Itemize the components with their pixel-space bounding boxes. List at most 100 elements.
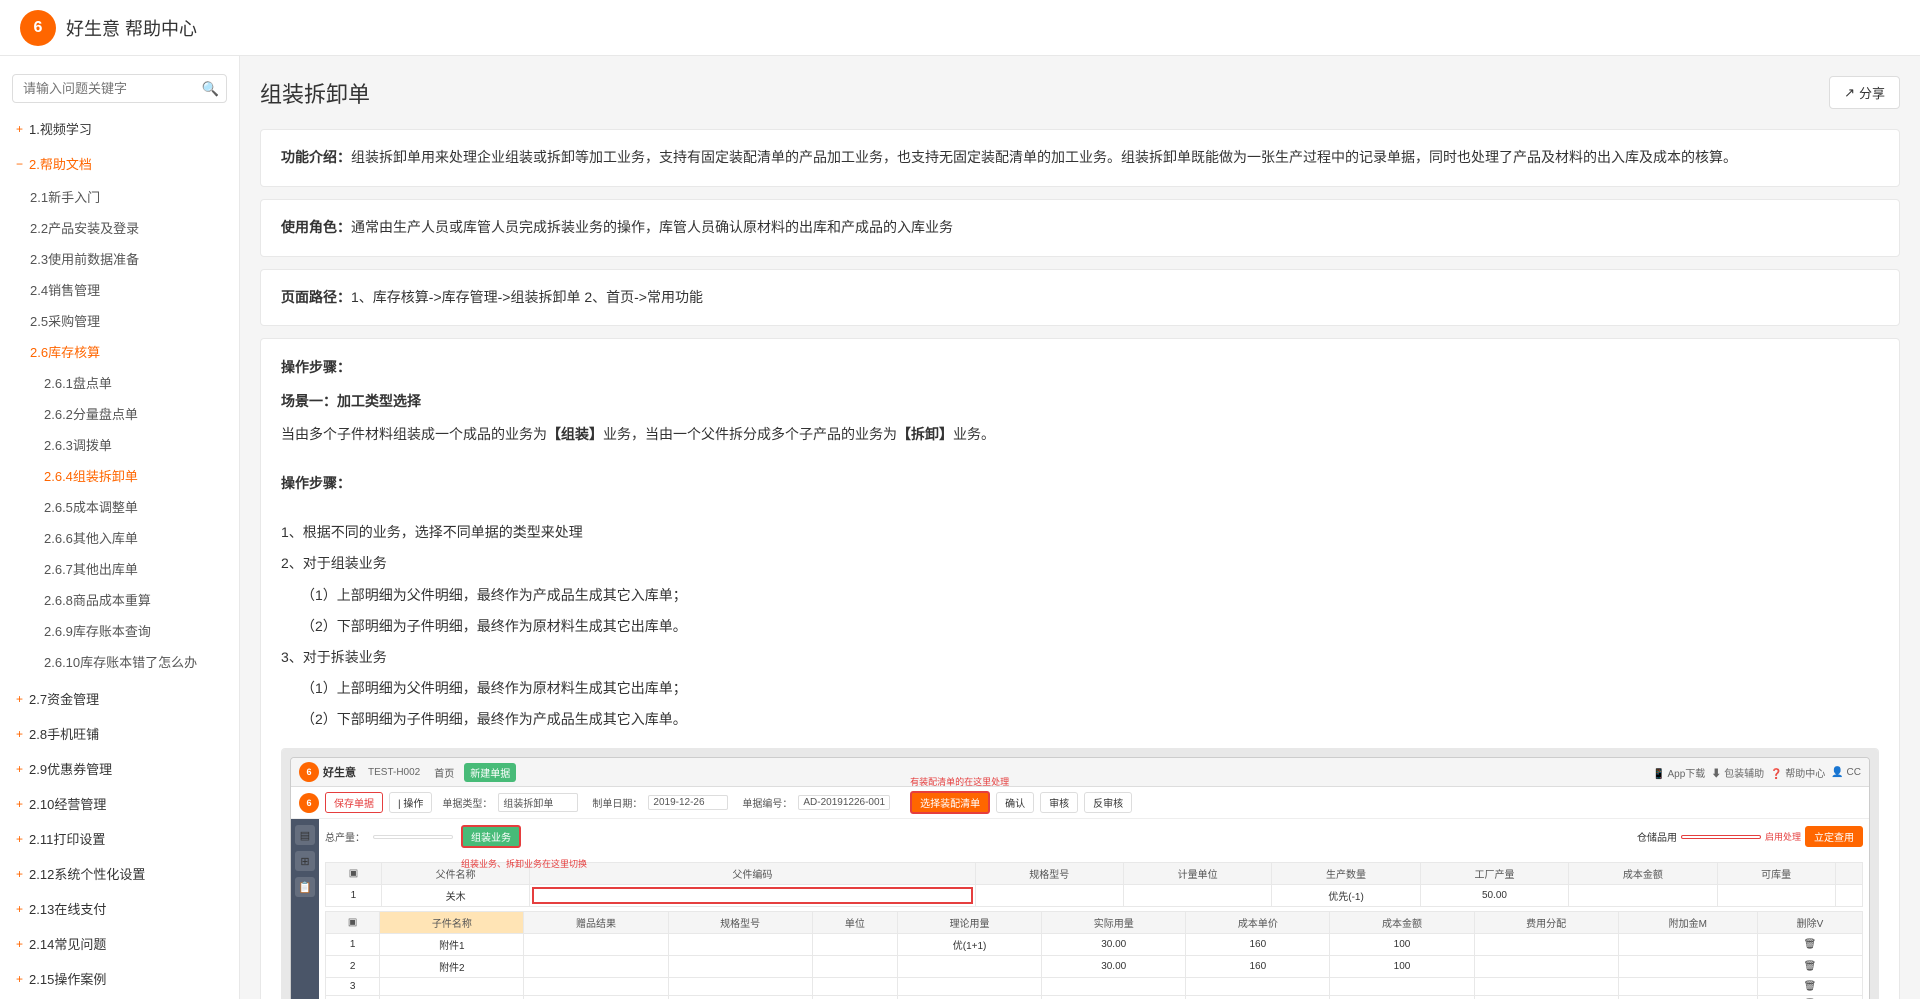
mock-child-row-2: 2 附件2 30.00 160: [326, 956, 1863, 978]
expand-icon-8: +: [16, 902, 23, 916]
ops-step-3: 3、对于拆装业务: [281, 645, 1879, 670]
expand-icon-7: +: [16, 867, 23, 881]
sidebar-item-assemble[interactable]: 2.6.4组装拆卸单: [0, 460, 239, 491]
mock-nav: 首页 新建单据: [428, 763, 516, 782]
sidebar-item-finance[interactable]: + 2.7资金管理: [0, 681, 239, 716]
mock-th-c-theory: 理论用量: [898, 912, 1042, 934]
mock-label-type: 单据类型：: [442, 795, 492, 810]
expand-icon-6: +: [16, 832, 23, 846]
sidebar-item-transfer[interactable]: 2.6.3调拨单: [0, 429, 239, 460]
mock-btn-select-bom[interactable]: 选择装配清单: [910, 791, 990, 814]
mock-btn-review[interactable]: 审核: [1040, 792, 1078, 813]
mock-th-c-fee: 费用分配: [1474, 912, 1618, 934]
mock-btn-type-switch[interactable]: 组装业务: [461, 825, 521, 848]
sidebar-item-video[interactable]: + 1.视频学习: [0, 111, 239, 146]
page-title: 组装拆卸单: [260, 77, 370, 109]
mock-td-c3-del[interactable]: 🗑: [1757, 978, 1862, 996]
mock-btn-unreview[interactable]: 反审核: [1084, 792, 1132, 813]
sidebar-item-cost-recalc[interactable]: 2.6.8商品成本重算: [0, 584, 239, 615]
mock-topbar-left: 6 好生意 TEST-H002: [299, 762, 420, 782]
sidebar-item-outbound[interactable]: 2.6.7其他出库单: [0, 553, 239, 584]
logo-icon: 6: [20, 10, 56, 46]
expand-icon-2: +: [16, 692, 23, 706]
mock-th-c-spec: 规格型号: [668, 912, 812, 934]
sidebar-item-inventory-check[interactable]: 2.6.1盘点单: [0, 367, 239, 398]
sidebar-item-coupon[interactable]: + 2.9优惠券管理: [0, 751, 239, 786]
mock-input-date[interactable]: 2019-12-26: [648, 795, 728, 810]
sidebar-item-purchase[interactable]: 2.5采购管理: [0, 305, 239, 336]
intro-text: 组装拆卸单用来处理企业组装或拆卸等加工业务，支持有固定装配清单的产品加工业务，也…: [351, 149, 1737, 165]
site-name: 好生意 帮助中心: [66, 15, 197, 41]
mock-parent-row-1: 1 关木 优先(-1) 50.00: [326, 885, 1863, 907]
sidebar-item-inventory-partial[interactable]: 2.6.2分量盘点单: [0, 398, 239, 429]
sidebar-item-sales[interactable]: 2.4销售管理: [0, 274, 239, 305]
mock-nav-home[interactable]: 首页: [428, 763, 460, 782]
mock-input-warehouse[interactable]: [1681, 835, 1761, 839]
mock-btn-save[interactable]: 保存单据: [325, 792, 383, 813]
mock-type-switch-wrapper: 组装业务 组装业务、拆卸业务在这里切换: [461, 825, 521, 848]
mock-td-c1-name: 附件1: [380, 934, 524, 956]
mock-td-c1-spec: [668, 934, 812, 956]
mock-th-prod-qty: 生产数量: [1272, 863, 1420, 885]
mock-th-avail: 可库量: [1717, 863, 1835, 885]
mock-btn-enable[interactable]: 立定查用: [1805, 826, 1863, 847]
mock-td-c1-actual: 30.00: [1042, 934, 1186, 956]
page-header: 组装拆卸单 ↗ 分享: [260, 76, 1900, 109]
sidebar-item-inventory[interactable]: 2.6库存核算: [0, 336, 239, 367]
ops-step-2-1: （1）上部明细为父件明细，最终作为产成品生成其它入库单；: [281, 583, 1879, 608]
mock-td-c2-theory: [898, 956, 1042, 978]
sidebar-item-config[interactable]: + 2.12系统个性化设置: [0, 856, 239, 891]
mock-th-spec: 规格型号: [975, 863, 1123, 885]
mock-btn-confirm[interactable]: 确认: [996, 792, 1034, 813]
mock-th-c-extra: 附加金M: [1618, 912, 1757, 934]
sidebar-item-print[interactable]: + 2.11打印设置: [0, 821, 239, 856]
ops-step-3-1: （1）上部明细为父件明细，最终作为原材料生成其它出库单；: [281, 676, 1879, 701]
screenshot-container: 6 好生意 TEST-H002 首页 新建单据 📱 App下载 ⬇ 包装辅助: [281, 748, 1879, 999]
mock-btn-action[interactable]: | 操作: [389, 792, 432, 813]
sidebar-item-inbound[interactable]: 2.6.6其他入库单: [0, 522, 239, 553]
mock-field-date: 制单日期： 2019-12-26: [592, 795, 728, 810]
sidebar: 🔍 + 1.视频学习 − 2.帮助文档 2.1新手入门 2.2产品安装及登录 2…: [0, 56, 240, 999]
mock-input-type[interactable]: 组装拆卸单: [498, 793, 578, 812]
mock-td-c2-del[interactable]: 🗑: [1757, 956, 1862, 978]
mock-nav-newdoc[interactable]: 新建单据: [464, 763, 516, 782]
main-content: 组装拆卸单 ↗ 分享 功能介绍：组装拆卸单用来处理企业组装或拆卸等加工业务，支持…: [240, 56, 1920, 999]
mock-th-cost: 成本金额: [1569, 863, 1717, 885]
sidebar-item-payment[interactable]: + 2.13在线支付: [0, 891, 239, 926]
sidebar-item-install[interactable]: 2.2产品安装及登录: [0, 212, 239, 243]
mock-th-action-p: [1835, 863, 1862, 885]
sidebar-item-faq[interactable]: + 2.14常见问题: [0, 926, 239, 961]
sidebar-item-newbie[interactable]: 2.1新手入门: [0, 181, 239, 212]
mock-sidebar-icon-1: ▤: [295, 825, 315, 845]
mock-input-qty[interactable]: [373, 835, 453, 839]
mock-td-p-code[interactable]: [530, 885, 975, 907]
mock-td-c2-actual: 30.00: [1042, 956, 1186, 978]
mock-th-parent-code: 父件编码: [530, 863, 975, 885]
mock-type-switch-row: 总产量： 组装业务 组装业务、拆卸业务在这里切换: [325, 825, 1863, 848]
mock-toolbar: 6 保存单据 | 操作 单据类型： 组装拆卸单 制单日期： 2019-12-26: [291, 787, 1869, 819]
search-icon: 🔍: [202, 80, 219, 97]
sidebar-item-ledger-error[interactable]: 2.6.10库存账本错了怎么办: [0, 646, 239, 677]
path-card: 页面路径：1、库存核算->库存管理->组装拆卸单 2、首页->常用功能: [260, 269, 1900, 327]
sidebar-item-inventory-ledger[interactable]: 2.6.9库存账本查询: [0, 615, 239, 646]
sidebar-item-cases[interactable]: + 2.15操作案例: [0, 961, 239, 996]
sidebar-item-ops[interactable]: + 2.10经营管理: [0, 786, 239, 821]
annotation-bom: 有装配清单的在这里处理: [910, 775, 1009, 788]
mock-input-num[interactable]: AD-20191226-001: [798, 795, 890, 810]
mock-avatar: 👤 CC: [1831, 767, 1861, 778]
share-button[interactable]: ↗ 分享: [1829, 76, 1900, 109]
mock-td-c1-del[interactable]: 🗑: [1757, 934, 1862, 956]
sidebar-item-data-prep[interactable]: 2.3使用前数据准备: [0, 243, 239, 274]
mock-child-header-row: ▣ 子件名称 赠品结果 规格型号 单位 理论用量 实际用量 成本: [326, 912, 1863, 934]
annotation-enable: 启用处理: [1765, 830, 1801, 843]
search-box[interactable]: 🔍: [0, 66, 239, 111]
mock-th-check: ▣: [326, 863, 382, 885]
sidebar-item-docs[interactable]: − 2.帮助文档: [0, 146, 239, 181]
mock-topbar: 6 好生意 TEST-H002 首页 新建单据 📱 App下载 ⬇ 包装辅助: [291, 758, 1869, 787]
sidebar-item-mobile[interactable]: + 2.8手机旺铺: [0, 716, 239, 751]
search-input[interactable]: [12, 74, 227, 103]
mock-th-c-camount: 成本金额: [1330, 912, 1474, 934]
role-label: 使用角色：: [281, 219, 351, 235]
mock-td-c1-extra: [1618, 934, 1757, 956]
sidebar-item-cost-adjust[interactable]: 2.6.5成本调整单: [0, 491, 239, 522]
